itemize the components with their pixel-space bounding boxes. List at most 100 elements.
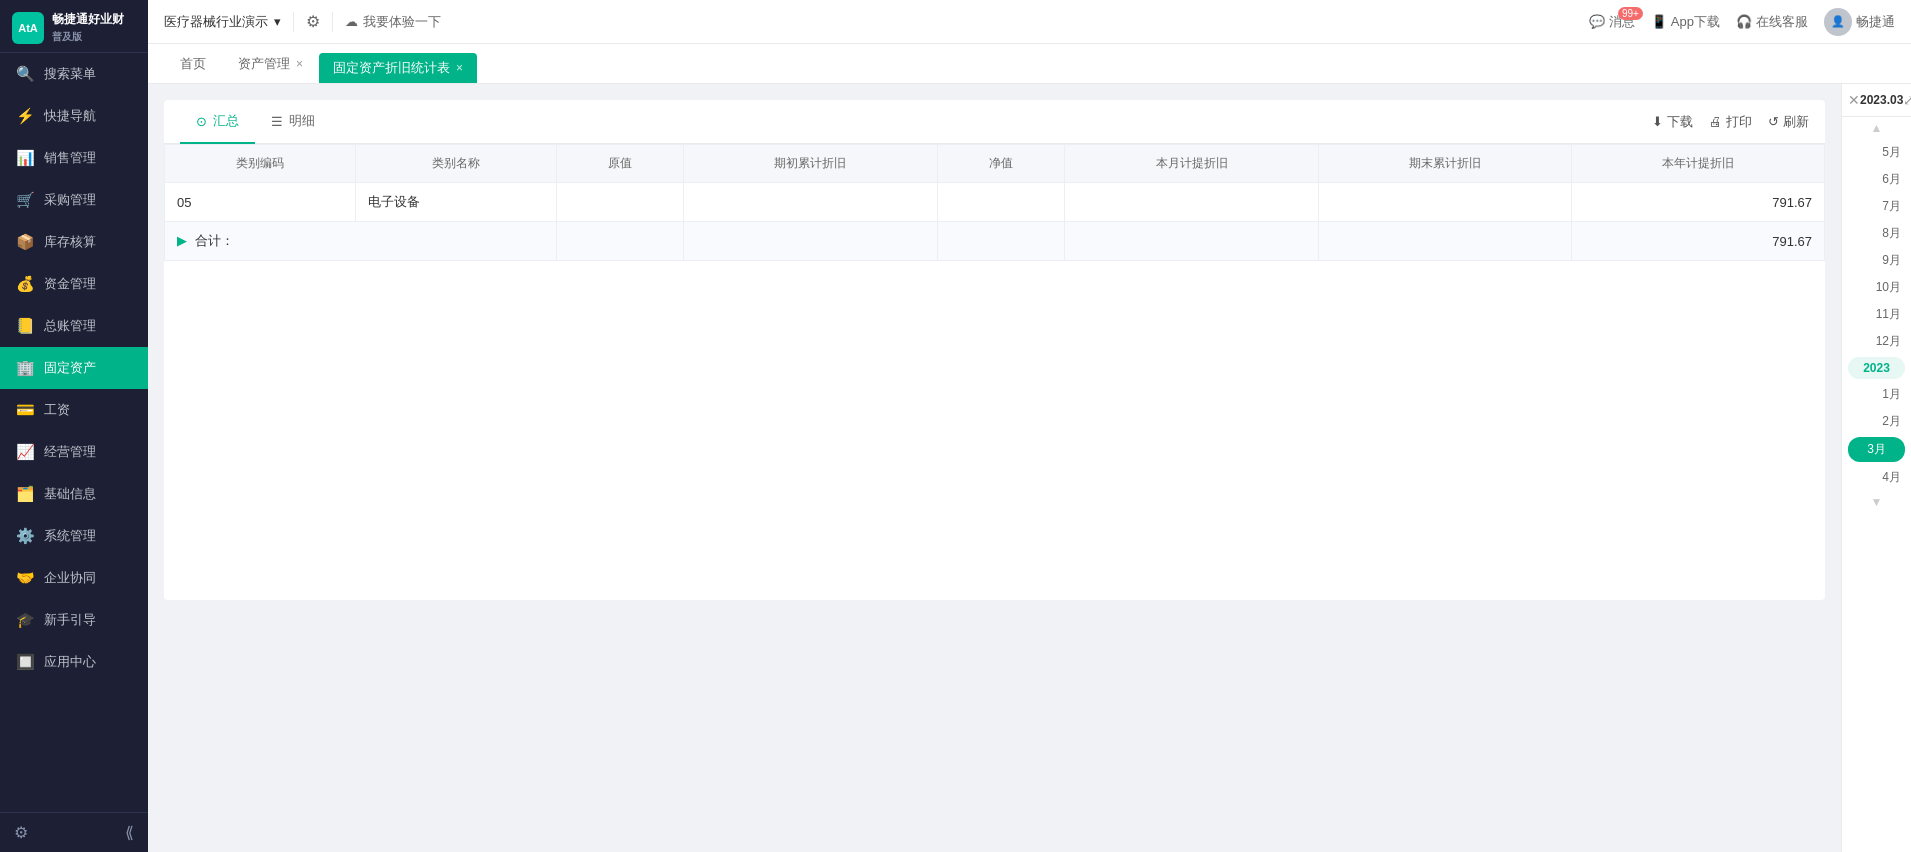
date-month-7[interactable]: 7月 (1842, 193, 1911, 220)
date-panel-scroll: ▲ 5月 6月 7月 8月 9月 10月 11月 12月 2023 1月 2月 … (1842, 117, 1911, 852)
message-button[interactable]: 💬 消息 99+ (1589, 13, 1635, 31)
tab-home-label: 首页 (180, 55, 206, 73)
date-month-5[interactable]: 5月 (1842, 139, 1911, 166)
summary-end-accum (1318, 222, 1571, 261)
print-button[interactable]: 🖨 打印 (1709, 113, 1752, 131)
date-month-6[interactable]: 6月 (1842, 166, 1911, 193)
cell-year-dep: 791.67 (1571, 183, 1824, 222)
main-content: 医疗器械行业演示 ▾ ⚙ ☁ 我要体验一下 💬 消息 99+ 📱 App下载 🎧… (148, 0, 1911, 852)
biz-icon: 📈 (16, 443, 34, 461)
date-panel-header: ✕ 2023.03 ⤢ (1842, 84, 1911, 117)
collapse-icon[interactable]: ⟪ (125, 823, 134, 842)
company-dropdown-icon: ▾ (274, 14, 281, 29)
date-month-2[interactable]: 2月 (1842, 408, 1911, 435)
col-original: 原值 (556, 145, 684, 183)
sidebar-item-biz[interactable]: 📈 经营管理 (0, 431, 148, 473)
online-support-button[interactable]: 🎧 在线客服 (1736, 13, 1808, 31)
capital-icon: 💰 (16, 275, 34, 293)
date-panel: ✕ 2023.03 ⤢ ▲ 5月 6月 7月 8月 9月 10月 11月 12月… (1841, 84, 1911, 852)
content-area: ⊙ 汇总 ☰ 明细 ⬇ 下载 � (148, 84, 1911, 852)
date-month-10[interactable]: 10月 (1842, 274, 1911, 301)
download-icon: ⬇ (1652, 114, 1663, 129)
cell-begin-accum (684, 183, 937, 222)
col-code: 类别编码 (165, 145, 356, 183)
download-button[interactable]: ⬇ 下载 (1652, 113, 1693, 131)
refresh-button[interactable]: ↺ 刷新 (1768, 113, 1809, 131)
date-up-icon[interactable]: ▲ (1842, 117, 1911, 139)
sidebar-item-payroll[interactable]: 💳 工资 (0, 389, 148, 431)
topbar-divider (293, 12, 294, 32)
sidebar-item-label-purchase: 采购管理 (44, 191, 96, 209)
sidebar-item-fixed[interactable]: 🏢 固定资产 (0, 347, 148, 389)
sidebar-item-apps[interactable]: 🔲 应用中心 (0, 641, 148, 683)
date-month-1[interactable]: 1月 (1842, 381, 1911, 408)
sidebar-item-sys[interactable]: ⚙️ 系统管理 (0, 515, 148, 557)
user-name: 畅捷通 (1856, 13, 1895, 31)
report-toolbar: ⬇ 下载 🖨 打印 ↺ 刷新 (1652, 105, 1809, 139)
app-download-button[interactable]: 📱 App下载 (1651, 13, 1720, 31)
tab-depreciation[interactable]: 固定资产折旧统计表 × (319, 53, 477, 83)
experience-button[interactable]: ☁ 我要体验一下 (345, 13, 441, 31)
col-end-accum: 期末累计折旧 (1318, 145, 1571, 183)
company-selector[interactable]: 医疗器械行业演示 ▾ (164, 13, 281, 31)
date-panel-close-icon[interactable]: ✕ (1848, 92, 1860, 108)
settings-icon[interactable]: ⚙ (14, 823, 28, 842)
report-tab-detail[interactable]: ☰ 明细 (255, 100, 331, 144)
col-begin-accum: 期初累计折旧 (684, 145, 937, 183)
sidebar-item-purchase[interactable]: 🛒 采购管理 (0, 179, 148, 221)
table-header-row: 类别编码 类别名称 原值 期初累计折旧 净值 本月计提折旧 期末累计折旧 本年计… (165, 145, 1825, 183)
summary-original (556, 222, 684, 261)
date-month-12[interactable]: 12月 (1842, 328, 1911, 355)
tab-home[interactable]: 首页 (164, 47, 222, 83)
date-month-8[interactable]: 8月 (1842, 220, 1911, 247)
date-panel-title: 2023.03 (1860, 93, 1903, 107)
topbar: 医疗器械行业演示 ▾ ⚙ ☁ 我要体验一下 💬 消息 99+ 📱 App下载 🎧… (148, 0, 1911, 44)
tabbar: 首页 资产管理 × 固定资产折旧统计表 × (148, 44, 1911, 84)
report-panel: ⊙ 汇总 ☰ 明细 ⬇ 下载 � (164, 100, 1825, 600)
sidebar-item-label-quicknav: 快捷导航 (44, 107, 96, 125)
fixed-icon: 🏢 (16, 359, 34, 377)
sidebar-item-label-biz: 经营管理 (44, 443, 96, 461)
date-panel-expand-icon[interactable]: ⤢ (1903, 92, 1911, 108)
tab-depreciation-close[interactable]: × (456, 61, 463, 75)
user-menu[interactable]: 👤 畅捷通 (1824, 8, 1895, 36)
date-month-3-current[interactable]: 3月 (1848, 437, 1905, 462)
search-icon: 🔍 (16, 65, 34, 83)
sidebar-item-inventory[interactable]: 📦 库存核算 (0, 221, 148, 263)
print-label: 打印 (1726, 113, 1752, 131)
sidebar-item-base[interactable]: 🗂️ 基础信息 (0, 473, 148, 515)
topbar-right: 💬 消息 99+ 📱 App下载 🎧 在线客服 👤 畅捷通 (1589, 8, 1895, 36)
support-icon: 🎧 (1736, 14, 1752, 29)
sidebar-item-quicknav[interactable]: ⚡ 快捷导航 (0, 95, 148, 137)
tab-asset-mgmt-close[interactable]: × (296, 57, 303, 71)
experience-label: 我要体验一下 (363, 13, 441, 31)
date-month-4[interactable]: 4月 (1842, 464, 1911, 491)
refresh-label: 刷新 (1783, 113, 1809, 131)
summary-tab-icon: ⊙ (196, 114, 207, 129)
topbar-settings-icon[interactable]: ⚙ (306, 12, 320, 31)
sidebar-item-label-fixed: 固定资产 (44, 359, 96, 377)
report-tabs: ⊙ 汇总 ☰ 明细 (180, 100, 331, 143)
sidebar-footer: ⚙ ⟪ (0, 812, 148, 852)
report-container: ⊙ 汇总 ☰ 明细 ⬇ 下载 � (148, 84, 1841, 852)
sidebar-item-label-ledger: 总账管理 (44, 317, 96, 335)
sidebar-item-search[interactable]: 🔍 搜索菜单 (0, 53, 148, 95)
sidebar-item-capital[interactable]: 💰 资金管理 (0, 263, 148, 305)
sidebar-item-label-search: 搜索菜单 (44, 65, 96, 83)
sidebar-item-collab[interactable]: 🤝 企业协同 (0, 557, 148, 599)
report-table: 类别编码 类别名称 原值 期初累计折旧 净值 本月计提折旧 期末累计折旧 本年计… (164, 144, 1825, 261)
col-year-dep: 本年计提折旧 (1571, 145, 1824, 183)
sidebar-item-ledger[interactable]: 📒 总账管理 (0, 305, 148, 347)
download-label: 下载 (1667, 113, 1693, 131)
date-month-11[interactable]: 11月 (1842, 301, 1911, 328)
collab-icon: 🤝 (16, 569, 34, 587)
cloud-icon: ☁ (345, 14, 358, 29)
date-down-icon[interactable]: ▼ (1842, 491, 1911, 513)
date-year-2023[interactable]: 2023 (1848, 357, 1905, 379)
report-tab-summary[interactable]: ⊙ 汇总 (180, 100, 255, 144)
summary-fold-icon[interactable]: ▶ (177, 233, 187, 248)
sidebar-item-guide[interactable]: 🎓 新手引导 (0, 599, 148, 641)
date-month-9[interactable]: 9月 (1842, 247, 1911, 274)
sidebar-item-sales[interactable]: 📊 销售管理 (0, 137, 148, 179)
tab-asset-mgmt[interactable]: 资产管理 × (222, 47, 319, 83)
